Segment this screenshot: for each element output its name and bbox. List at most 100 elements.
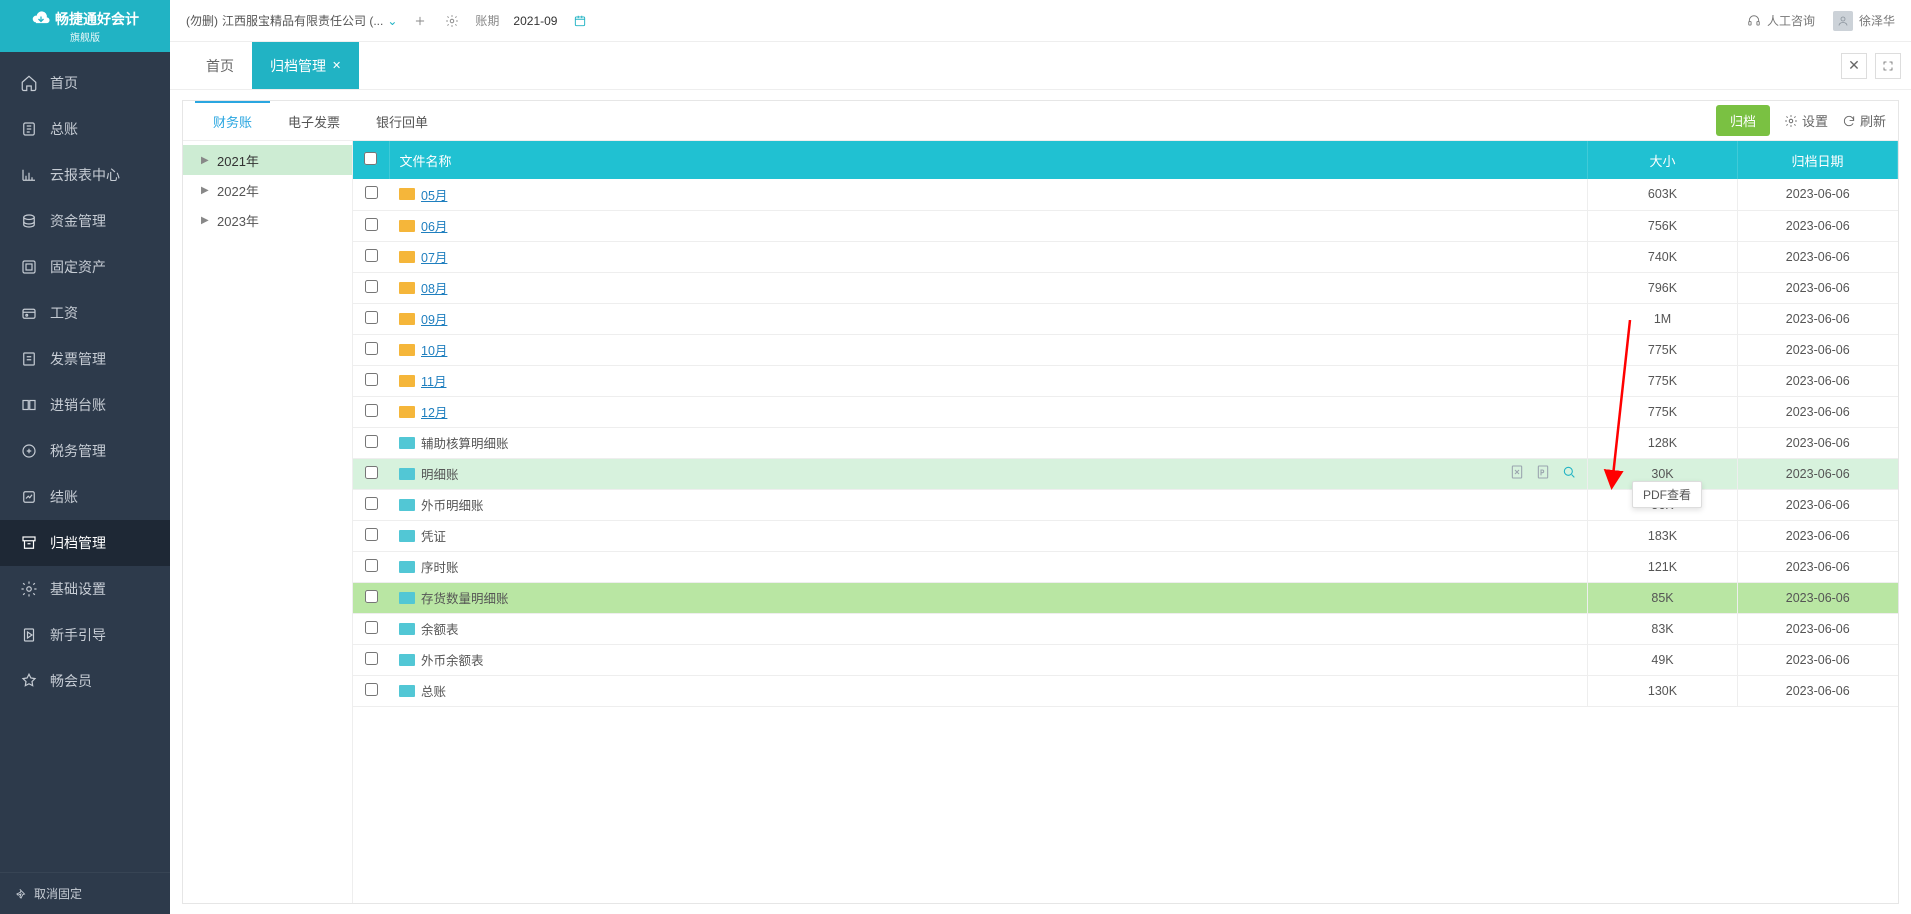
sidebar-item-salary[interactable]: 工资 <box>0 290 170 336</box>
sidebar-item-ledger[interactable]: 总账 <box>0 106 170 152</box>
file-icon <box>399 468 415 480</box>
brand-name: 畅捷通好会计 <box>55 9 139 29</box>
table-row[interactable]: 12月 775K 2023-06-06 <box>353 396 1898 427</box>
folder-icon <box>399 375 415 387</box>
member-icon <box>20 672 38 690</box>
row-checkbox[interactable] <box>365 404 378 417</box>
close-icon[interactable]: ✕ <box>332 59 341 72</box>
table-row[interactable]: 07月 740K 2023-06-06 <box>353 241 1898 272</box>
row-checkbox[interactable] <box>365 342 378 355</box>
file-link[interactable]: 06月 <box>421 216 447 235</box>
subtab-0[interactable]: 财务账 <box>195 101 270 141</box>
folder-icon <box>399 220 415 232</box>
period-picker-button[interactable] <box>571 12 589 30</box>
sidebar-item-settings[interactable]: 基础设置 <box>0 566 170 612</box>
table-row[interactable]: 05月 603K 2023-06-06 <box>353 179 1898 210</box>
row-checkbox[interactable] <box>365 528 378 541</box>
user-menu[interactable]: 徐泽华 <box>1833 11 1895 31</box>
table-row[interactable]: 08月 796K 2023-06-06 <box>353 272 1898 303</box>
table-row[interactable]: 09月 1M 2023-06-06 <box>353 303 1898 334</box>
row-checkbox[interactable] <box>365 311 378 324</box>
table-row[interactable]: 外币余额表 49K 2023-06-06 <box>353 644 1898 675</box>
row-checkbox[interactable] <box>365 249 378 262</box>
folder-icon <box>399 344 415 356</box>
headset-icon <box>1747 14 1761 28</box>
tree-year-2[interactable]: ▶2023年 <box>183 205 352 235</box>
psi-icon <box>20 396 38 414</box>
file-link[interactable]: 08月 <box>421 278 447 297</box>
sidebar-item-reports[interactable]: 云报表中心 <box>0 152 170 198</box>
col-check-header[interactable] <box>353 141 389 179</box>
caret-right-icon: ▶ <box>201 215 209 226</box>
sidebar-item-member[interactable]: 畅会员 <box>0 658 170 704</box>
tree-year-1[interactable]: ▶2022年 <box>183 175 352 205</box>
sidebar-item-guide[interactable]: 新手引导 <box>0 612 170 658</box>
add-company-button[interactable] <box>411 12 429 30</box>
tree-label: 2022年 <box>217 181 259 200</box>
sidebar-item-close[interactable]: 结账 <box>0 474 170 520</box>
row-checkbox[interactable] <box>365 559 378 572</box>
download-pdf-icon[interactable] <box>1535 464 1551 483</box>
table-row[interactable]: 辅助核算明细账 128K 2023-06-06 <box>353 427 1898 458</box>
archive-date: 2023-06-06 <box>1738 179 1898 210</box>
sidebar-item-home[interactable]: 首页 <box>0 60 170 106</box>
table-row[interactable]: 10月 775K 2023-06-06 <box>353 334 1898 365</box>
row-checkbox[interactable] <box>365 683 378 696</box>
row-checkbox[interactable] <box>365 590 378 603</box>
tab-close-button[interactable]: ✕ <box>1841 53 1867 79</box>
subtab-1[interactable]: 电子发票 <box>270 101 358 141</box>
table-row[interactable]: 序时账 121K 2023-06-06 <box>353 551 1898 582</box>
table-row[interactable]: 凭证 183K 2023-06-06 <box>353 520 1898 551</box>
period-value[interactable]: 2021-09 <box>513 14 557 28</box>
select-all-checkbox[interactable] <box>364 152 377 165</box>
row-checkbox[interactable] <box>365 280 378 293</box>
company-selector[interactable]: (勿删) 江西服宝精品有限责任公司 (... ⌄ <box>186 12 397 29</box>
user-name: 徐泽华 <box>1859 12 1895 29</box>
table-row[interactable]: 总账 130K 2023-06-06 <box>353 675 1898 706</box>
file-link[interactable]: 09月 <box>421 309 447 328</box>
file-icon <box>399 623 415 635</box>
sidebar-unpin[interactable]: 取消固定 <box>0 872 170 914</box>
gear-icon <box>1784 114 1798 128</box>
sidebar-item-psi[interactable]: 进销台账 <box>0 382 170 428</box>
table-row[interactable]: 06月 756K 2023-06-06 <box>353 210 1898 241</box>
file-link[interactable]: 05月 <box>421 185 447 204</box>
sidebar-item-tax[interactable]: 税务管理 <box>0 428 170 474</box>
fullscreen-button[interactable] <box>1875 53 1901 79</box>
tab-0[interactable]: 首页 <box>188 42 252 89</box>
sidebar: 畅捷通好会计 旗舰版 首页总账云报表中心资金管理固定资产工资发票管理进销台账税务… <box>0 0 170 914</box>
file-link[interactable]: 10月 <box>421 340 447 359</box>
row-checkbox[interactable] <box>365 497 378 510</box>
tab-label: 首页 <box>206 56 234 76</box>
table-row[interactable]: 11月 775K 2023-06-06 <box>353 365 1898 396</box>
row-checkbox[interactable] <box>365 435 378 448</box>
file-link[interactable]: 07月 <box>421 247 447 266</box>
col-date-header: 归档日期 <box>1738 141 1898 179</box>
file-name: 凭证 <box>421 526 446 545</box>
sidebar-item-archive[interactable]: 归档管理 <box>0 520 170 566</box>
tab-1[interactable]: 归档管理✕ <box>252 42 359 89</box>
row-checkbox[interactable] <box>365 466 378 479</box>
row-checkbox[interactable] <box>365 186 378 199</box>
pdf-view-icon[interactable] <box>1561 464 1577 483</box>
settings-link[interactable]: 设置 <box>1784 111 1828 130</box>
sidebar-item-funds[interactable]: 资金管理 <box>0 198 170 244</box>
download-excel-icon[interactable] <box>1509 464 1525 483</box>
sidebar-item-invoice[interactable]: 发票管理 <box>0 336 170 382</box>
row-checkbox[interactable] <box>365 652 378 665</box>
table-row[interactable]: 存货数量明细账 85K 2023-06-06 <box>353 582 1898 613</box>
row-checkbox[interactable] <box>365 218 378 231</box>
file-link[interactable]: 11月 <box>421 371 446 390</box>
table-row[interactable]: 余额表 83K 2023-06-06 <box>353 613 1898 644</box>
support-link[interactable]: 人工咨询 <box>1747 12 1815 29</box>
sidebar-item-fixed[interactable]: 固定资产 <box>0 244 170 290</box>
folder-icon <box>399 251 415 263</box>
refresh-link[interactable]: 刷新 <box>1842 111 1886 130</box>
archive-button[interactable]: 归档 <box>1716 105 1770 136</box>
file-link[interactable]: 12月 <box>421 402 447 421</box>
row-checkbox[interactable] <box>365 621 378 634</box>
subtab-2[interactable]: 银行回单 <box>358 101 446 141</box>
tree-year-0[interactable]: ▶2021年 <box>183 145 352 175</box>
company-settings-button[interactable] <box>443 12 461 30</box>
row-checkbox[interactable] <box>365 373 378 386</box>
